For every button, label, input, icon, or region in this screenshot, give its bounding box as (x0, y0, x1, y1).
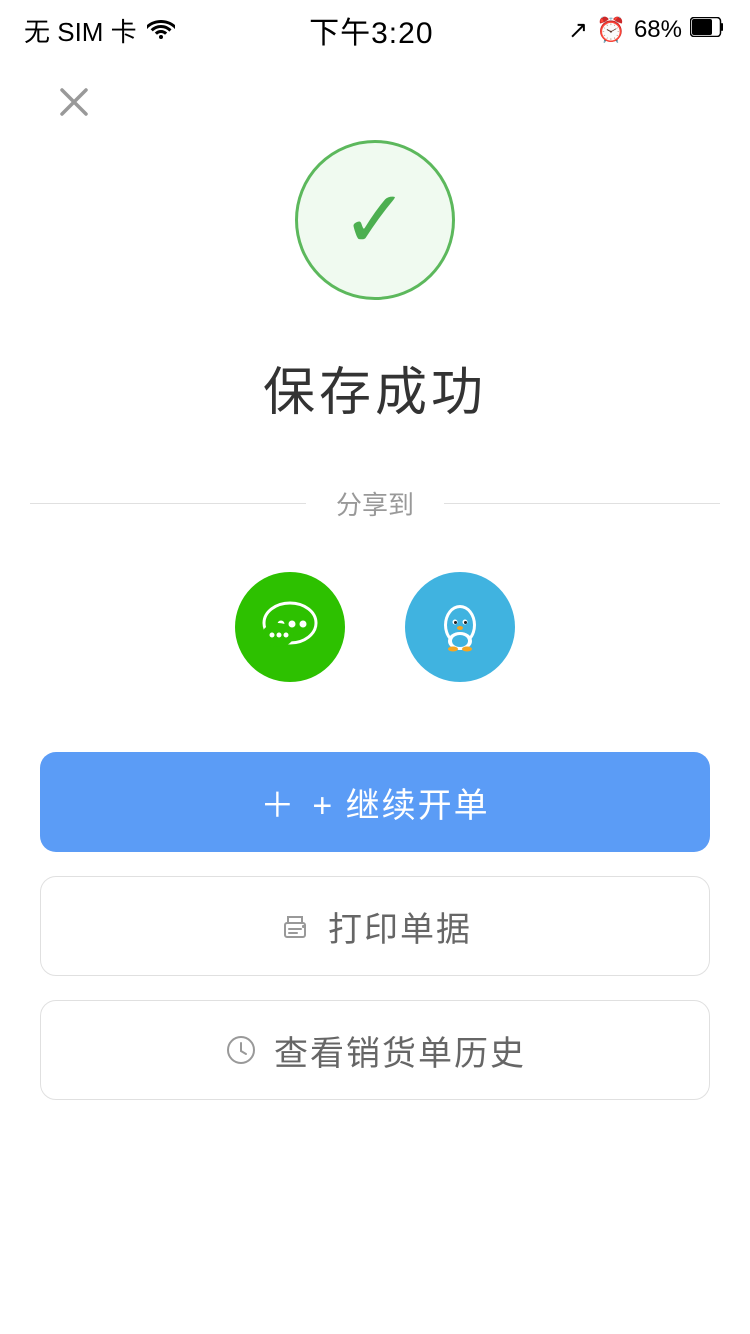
no-sim-text: 无 SIM 卡 (24, 12, 137, 49)
close-button[interactable] (44, 72, 104, 132)
battery-text: 68% (634, 16, 682, 44)
share-label: 分享到 (336, 485, 414, 522)
qq-share-button[interactable] (405, 572, 515, 682)
status-left: 无 SIM 卡 (24, 12, 175, 49)
plus-icon: ＋ (260, 778, 296, 827)
left-divider (30, 503, 306, 504)
main-content: ✓ 保存成功 分享到 (0, 60, 750, 1100)
share-section: 分享到 (0, 485, 750, 522)
print-button[interactable]: 打印单据 (40, 876, 710, 976)
status-time: 下午3:20 (309, 8, 433, 52)
status-bar: 无 SIM 卡 下午3:20 ↗ ⏰ 68% (0, 0, 750, 60)
qq-icon (428, 595, 492, 659)
print-label: 打印单据 (328, 902, 472, 951)
alarm-icon: ⏰ (596, 16, 626, 45)
clock-icon (224, 1033, 258, 1067)
wechat-icon (258, 595, 322, 659)
success-circle: ✓ (295, 140, 455, 300)
success-title: 保存成功 (263, 350, 487, 425)
battery-icon (690, 16, 726, 44)
action-buttons: ＋ + 继续开单 打印单据 (0, 752, 750, 1100)
right-divider (444, 503, 720, 504)
status-right: ↗ ⏰ 68% (568, 16, 726, 45)
location-icon: ↗ (568, 16, 588, 45)
checkmark-icon: ✓ (341, 180, 408, 260)
printer-icon (278, 909, 312, 943)
history-label: 查看销货单历史 (274, 1026, 526, 1075)
share-icons (235, 572, 515, 682)
wechat-share-button[interactable] (235, 572, 345, 682)
continue-button[interactable]: ＋ + 继续开单 (40, 752, 710, 852)
history-button[interactable]: 查看销货单历史 (40, 1000, 710, 1100)
wifi-icon (147, 15, 175, 46)
continue-label: + 继续开单 (312, 778, 489, 827)
